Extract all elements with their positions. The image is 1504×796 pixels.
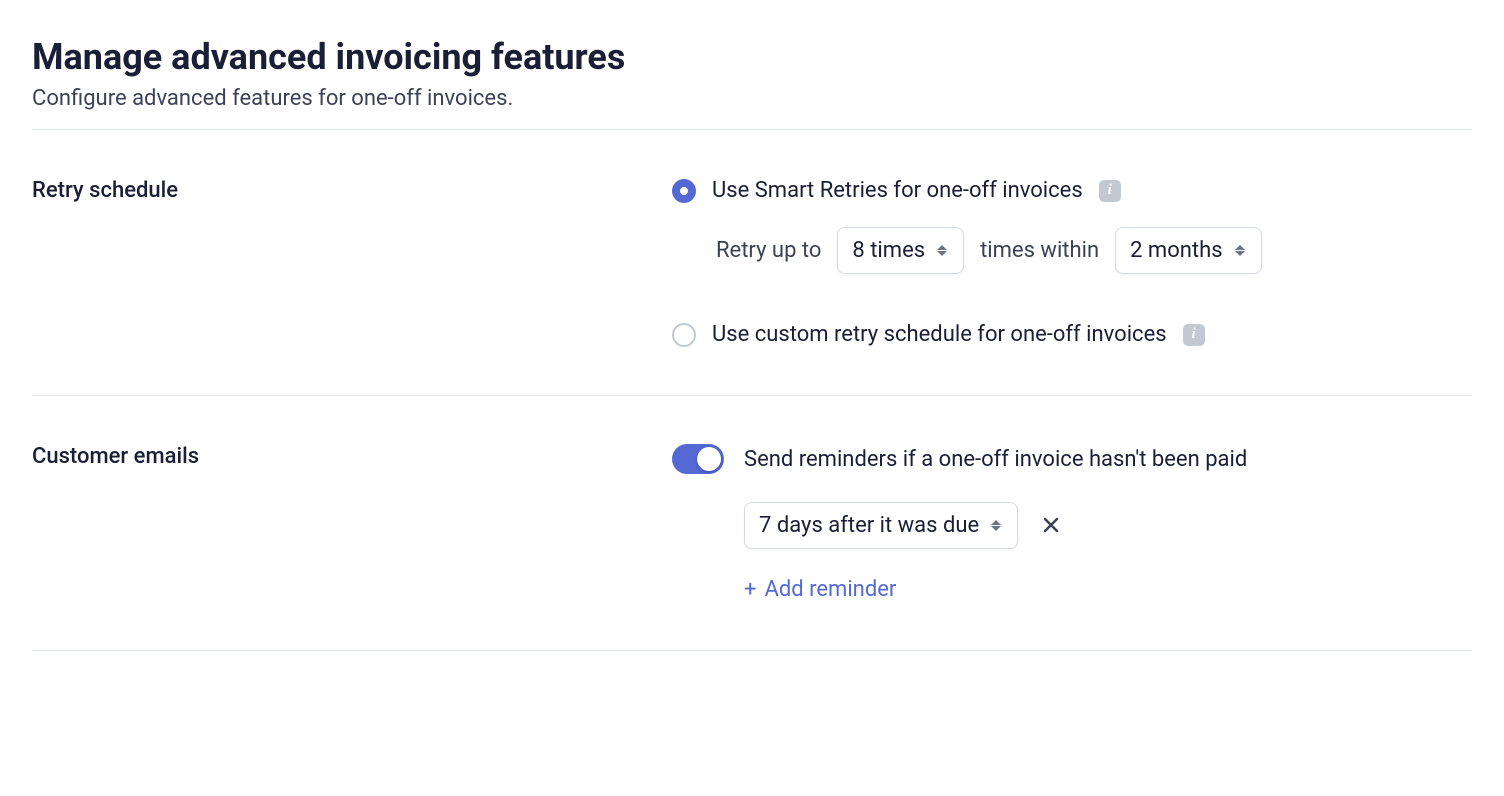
send-reminders-label: Send reminders if a one-off invoice hasn… bbox=[744, 447, 1247, 472]
customer-emails-content: Send reminders if a one-off invoice hasn… bbox=[672, 444, 1472, 602]
timeframe-value: 2 months bbox=[1130, 238, 1222, 263]
close-icon bbox=[1042, 516, 1060, 534]
send-reminders-row: Send reminders if a one-off invoice hasn… bbox=[672, 444, 1472, 474]
retry-config-row: Retry up to 8 times times within 2 month… bbox=[716, 227, 1472, 274]
customer-emails-section: Customer emails Send reminders if a one-… bbox=[32, 396, 1472, 650]
add-reminder-button[interactable]: + Add reminder bbox=[744, 577, 1472, 602]
add-reminder-label: Add reminder bbox=[764, 577, 896, 602]
page-subtitle: Configure advanced features for one-off … bbox=[32, 86, 1472, 111]
info-icon[interactable]: i bbox=[1183, 324, 1205, 346]
reminder-row: 7 days after it was due bbox=[744, 502, 1472, 549]
info-icon[interactable]: i bbox=[1099, 180, 1121, 202]
retry-count-select[interactable]: 8 times bbox=[837, 227, 964, 274]
divider bbox=[32, 650, 1472, 651]
remove-reminder-button[interactable] bbox=[1042, 514, 1060, 538]
reminder-timing-value: 7 days after it was due bbox=[759, 513, 979, 538]
toggle-knob bbox=[697, 447, 721, 471]
custom-retry-label: Use custom retry schedule for one-off in… bbox=[712, 322, 1167, 347]
times-within-text: times within bbox=[980, 238, 1099, 263]
smart-retries-option[interactable]: Use Smart Retries for one-off invoices i bbox=[672, 178, 1472, 203]
retry-schedule-label: Retry schedule bbox=[32, 178, 672, 347]
customer-emails-label: Customer emails bbox=[32, 444, 672, 602]
smart-retries-radio[interactable] bbox=[672, 179, 696, 203]
chevron-updown-icon bbox=[1233, 242, 1247, 260]
timeframe-select[interactable]: 2 months bbox=[1115, 227, 1261, 274]
custom-retry-option[interactable]: Use custom retry schedule for one-off in… bbox=[672, 322, 1472, 347]
retry-schedule-section: Retry schedule Use Smart Retries for one… bbox=[32, 130, 1472, 395]
page-title: Manage advanced invoicing features bbox=[32, 36, 1472, 78]
chevron-updown-icon bbox=[989, 517, 1003, 535]
retry-count-value: 8 times bbox=[852, 238, 925, 263]
retry-schedule-content: Use Smart Retries for one-off invoices i… bbox=[672, 178, 1472, 347]
smart-retries-label: Use Smart Retries for one-off invoices bbox=[712, 178, 1083, 203]
custom-retry-radio[interactable] bbox=[672, 323, 696, 347]
reminder-timing-select[interactable]: 7 days after it was due bbox=[744, 502, 1018, 549]
send-reminders-toggle[interactable] bbox=[672, 444, 724, 474]
plus-icon: + bbox=[744, 577, 756, 602]
chevron-updown-icon bbox=[935, 242, 949, 260]
retry-up-to-text: Retry up to bbox=[716, 238, 821, 263]
